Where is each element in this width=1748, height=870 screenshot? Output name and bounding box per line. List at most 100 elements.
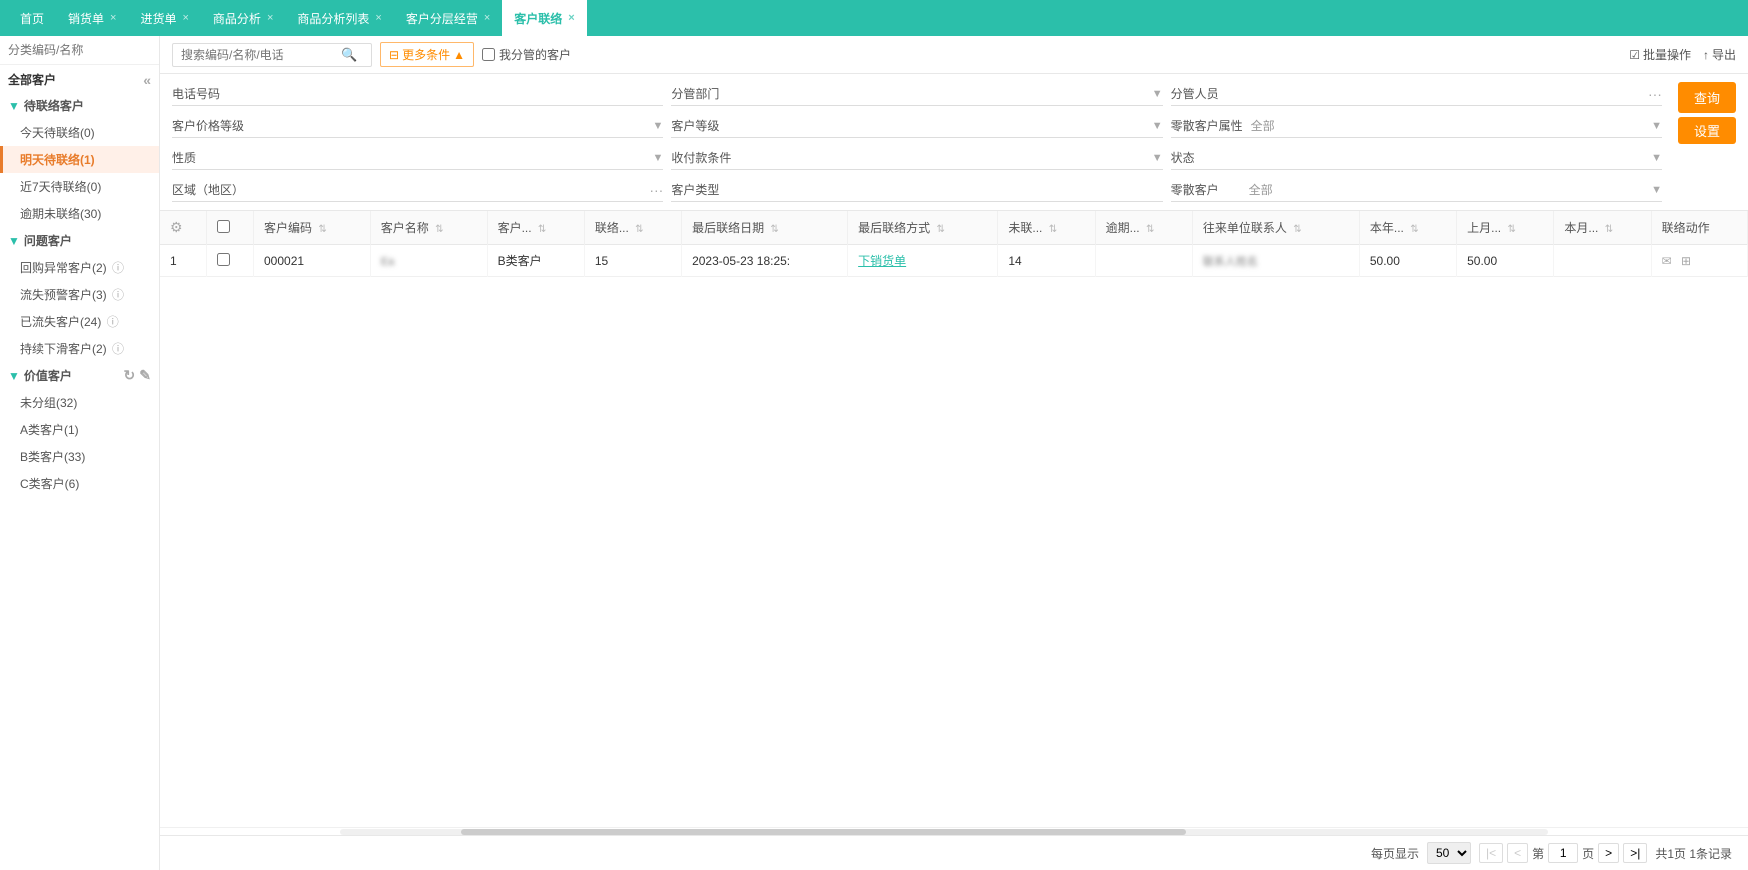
filter-row-4: 区域（地区） ··· 客户类型 零散客户 全部 ▼: [172, 178, 1662, 202]
filter-customer-level[interactable]: 客户等级 ▼: [671, 114, 1162, 138]
my-customer-checkbox-area[interactable]: 我分管的客户: [482, 46, 571, 63]
sidebar-group-problem: ▼ 问题客户: [0, 227, 159, 254]
filter-price-level[interactable]: 客户价格等级 ▼: [172, 114, 663, 138]
data-table-wrapper: ⚙ 客户编码 ⇅ 客户名称 ⇅: [160, 211, 1748, 827]
sort-icon: ⇅: [770, 224, 778, 235]
export-button[interactable]: ↑ 导出: [1703, 46, 1736, 63]
close-icon[interactable]: ×: [110, 12, 116, 24]
sidebar-search-input[interactable]: [8, 43, 160, 57]
row-contact-count: 15: [584, 245, 681, 277]
row-last-method[interactable]: 下销货单: [848, 245, 998, 277]
arrow-icon: ▼: [8, 234, 20, 248]
search-input[interactable]: [181, 48, 341, 62]
arrow-icon: ▼: [8, 369, 20, 383]
page-number-input[interactable]: [1548, 843, 1578, 863]
sidebar-item-7days-pending[interactable]: 近7天待联络(0): [0, 173, 159, 200]
col-contact-count[interactable]: 联络... ⇅: [584, 211, 681, 245]
col-this-month[interactable]: 本月... ⇅: [1554, 211, 1651, 245]
select-all-checkbox[interactable]: [217, 220, 230, 233]
sidebar-item-today-pending[interactable]: 今天待联络(0): [0, 119, 159, 146]
filter-dept[interactable]: 分管部门 ▼: [671, 82, 1162, 106]
col-last-method[interactable]: 最后联络方式 ⇅: [848, 211, 998, 245]
sidebar-item-tomorrow-pending[interactable]: 明天待联络(1): [0, 146, 159, 173]
close-icon[interactable]: ×: [267, 12, 273, 24]
col-code[interactable]: 客户编码 ⇅: [254, 211, 371, 245]
col-last-month[interactable]: 上月... ⇅: [1457, 211, 1554, 245]
col-gear: ⚙: [160, 211, 206, 245]
filter-payment-terms[interactable]: 收付款条件 ▼: [671, 146, 1162, 170]
sidebar-item-c-class[interactable]: C类客户(6): [0, 470, 159, 497]
batch-operation-button[interactable]: ☑ 批量操作: [1629, 46, 1691, 63]
edit-icon[interactable]: ✎: [139, 367, 151, 384]
footer: 每页显示 50 |< < 第 页 > >| 共1页 1条记录: [160, 835, 1748, 870]
sort-icon: ⇅: [1507, 224, 1515, 235]
nav-item-customer-contact[interactable]: 客户联络 ×: [502, 0, 586, 36]
gear-icon[interactable]: ⚙: [170, 219, 183, 235]
sidebar-item-churned[interactable]: 已流失客户(24) ⓘ: [0, 308, 159, 335]
filter-retail-customer[interactable]: 零散客户 全部 ▼: [1171, 178, 1662, 202]
sidebar-item-a-class[interactable]: A类客户(1): [0, 416, 159, 443]
per-page-select[interactable]: 50: [1427, 842, 1471, 864]
close-icon[interactable]: ×: [182, 12, 188, 24]
sort-icon: ⇅: [1410, 224, 1418, 235]
sort-icon: ⇅: [1605, 224, 1613, 235]
close-icon[interactable]: ×: [568, 12, 574, 24]
sidebar-item-overdue-contact[interactable]: 逾期未联络(30): [0, 200, 159, 227]
prev-page-button[interactable]: <: [1507, 843, 1528, 863]
row-action: ✉ ⊞: [1651, 245, 1747, 277]
col-contact-person[interactable]: 往来单位联系人 ⇅: [1192, 211, 1359, 245]
more-icon[interactable]: ⊞: [1681, 254, 1691, 268]
nav-item-sales[interactable]: 销货单 ×: [56, 0, 128, 36]
row-code: 000021: [254, 245, 371, 277]
nav-item-product-analysis[interactable]: 商品分析 ×: [201, 0, 285, 36]
page-nav: |< < 第 页 > >|: [1479, 843, 1647, 863]
sidebar-item-b-class[interactable]: B类客户(33): [0, 443, 159, 470]
nav-item-purchase[interactable]: 进货单 ×: [128, 0, 200, 36]
refresh-icon[interactable]: ↻: [124, 367, 136, 384]
filter-region[interactable]: 区域（地区） ···: [172, 178, 663, 202]
col-this-year[interactable]: 本年... ⇅: [1359, 211, 1456, 245]
all-customers-header[interactable]: 全部客户 «: [0, 65, 159, 92]
col-name[interactable]: 客户名称 ⇅: [370, 211, 487, 245]
collapse-icon: «: [143, 72, 151, 88]
horizontal-scrollbar[interactable]: [340, 829, 1548, 835]
query-button[interactable]: 查询: [1678, 82, 1736, 113]
sidebar-item-repurchase-abnormal[interactable]: 回购异常客户(2) ⓘ: [0, 254, 159, 281]
table-row: 1 000021 Ea B类客户 15 2023-05-23 18:25: 下销…: [160, 245, 1748, 277]
row-type: B类客户: [487, 245, 584, 277]
col-type[interactable]: 客户... ⇅: [487, 211, 584, 245]
filter-row-3: 性质 ▼ 收付款条件 ▼ 状态 ▼: [172, 146, 1662, 170]
nav-item-home[interactable]: 首页: [8, 0, 56, 36]
col-last-date[interactable]: 最后联络日期 ⇅: [682, 211, 848, 245]
col-uncontacted[interactable]: 未联... ⇅: [998, 211, 1095, 245]
next-page-button[interactable]: >: [1598, 843, 1619, 863]
col-checkbox: [206, 211, 253, 245]
sidebar-group-value: ▼ 价值客户 ↻ ✎: [0, 362, 159, 389]
col-overdue[interactable]: 逾期... ⇅: [1095, 211, 1192, 245]
filter-nature[interactable]: 性质 ▼: [172, 146, 663, 170]
settings-button[interactable]: 设置: [1678, 117, 1736, 144]
export-icon: ↑: [1703, 48, 1709, 62]
sidebar-item-declining[interactable]: 持续下滑客户(2) ⓘ: [0, 335, 159, 362]
sidebar-item-churn-warning[interactable]: 流失预警客户(3) ⓘ: [0, 281, 159, 308]
contact-icon[interactable]: ✉: [1662, 254, 1672, 268]
chevron-down-icon: ▼: [652, 152, 663, 164]
scrollbar-thumb[interactable]: [461, 829, 1186, 835]
more-filters-button[interactable]: ⊟ 更多条件 ▲: [380, 42, 474, 67]
filter-person[interactable]: 分管人员 ···: [1171, 82, 1662, 106]
close-icon[interactable]: ×: [484, 12, 490, 24]
close-icon[interactable]: ×: [375, 12, 381, 24]
row-select-checkbox[interactable]: [217, 253, 230, 266]
my-customer-checkbox[interactable]: [482, 48, 495, 61]
batch-op-icon: ☑: [1629, 48, 1640, 62]
filter-retail-attr[interactable]: 零散客户属性 全部 ▼: [1171, 114, 1662, 138]
search-icon[interactable]: 🔍: [341, 47, 357, 63]
filter-status[interactable]: 状态 ▼: [1171, 146, 1662, 170]
nav-item-product-analysis-list[interactable]: 商品分析列表 ×: [285, 0, 393, 36]
last-page-button[interactable]: >|: [1623, 843, 1647, 863]
sort-icon: ⇅: [318, 224, 326, 235]
info-icon: ⓘ: [107, 315, 119, 329]
nav-item-customer-segment[interactable]: 客户分层经营 ×: [394, 0, 502, 36]
sidebar-item-ungrouped[interactable]: 未分组(32): [0, 389, 159, 416]
first-page-button[interactable]: |<: [1479, 843, 1503, 863]
